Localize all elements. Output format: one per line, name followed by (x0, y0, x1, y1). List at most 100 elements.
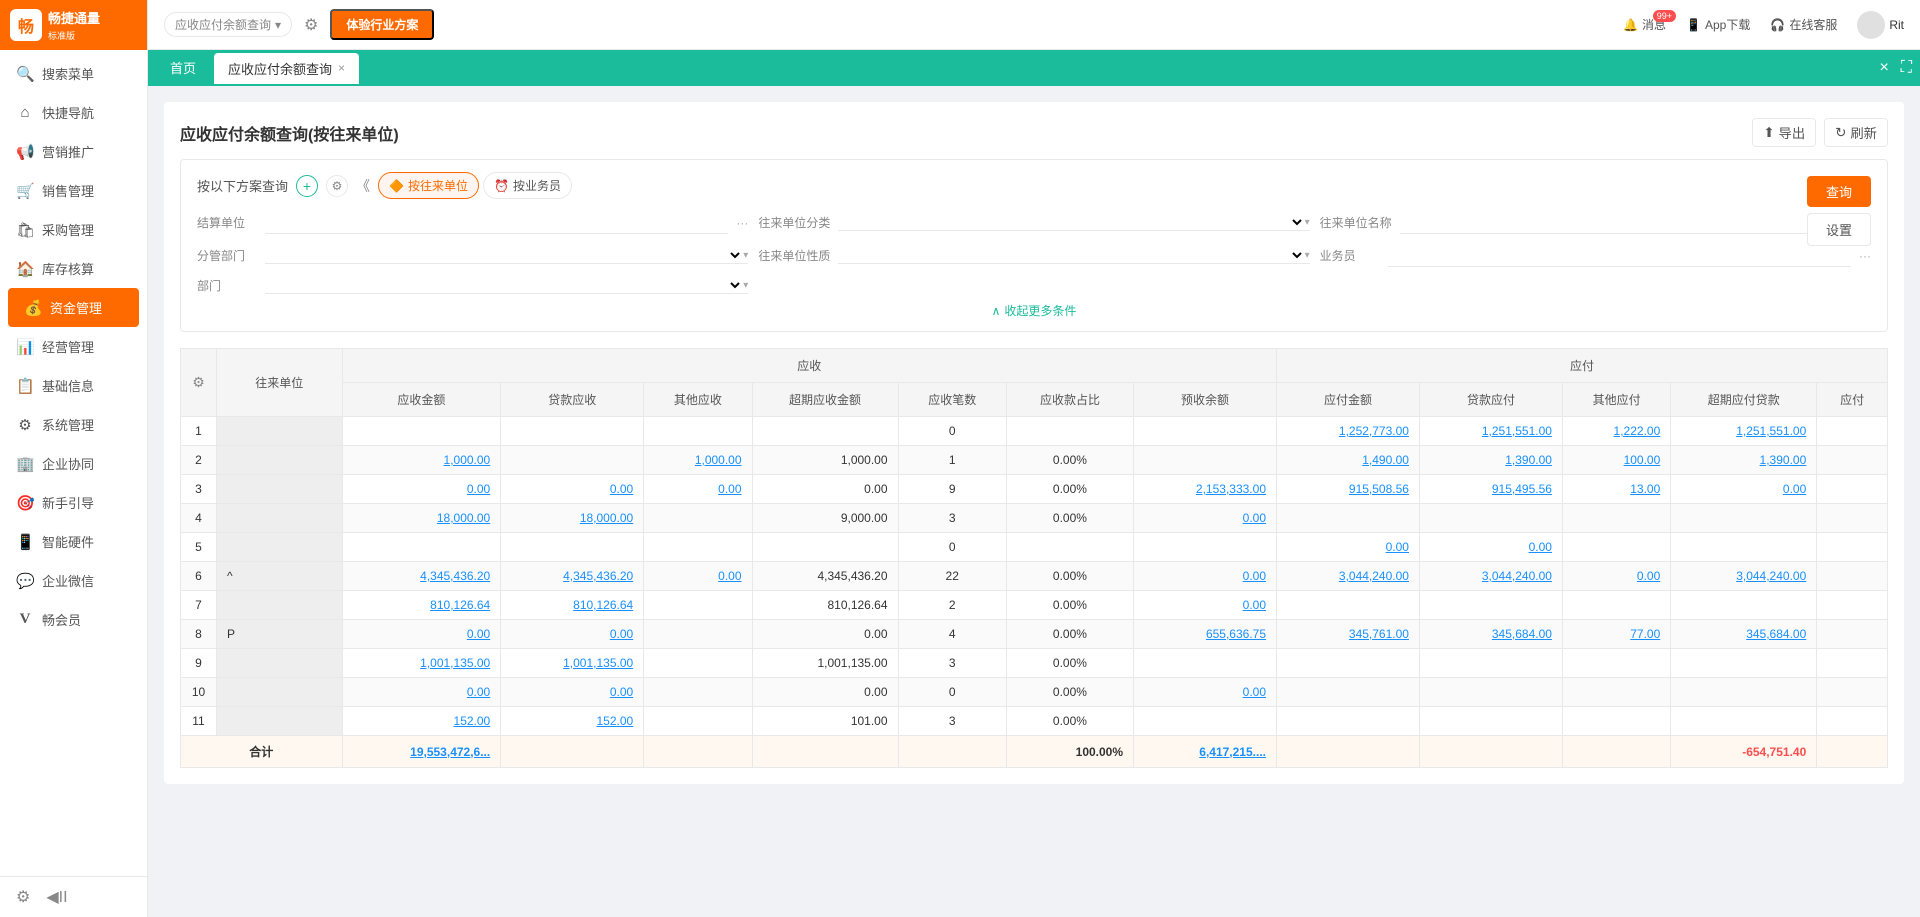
sidebar-item-search[interactable]: 🔍 搜索菜单 (0, 54, 147, 93)
sidebar-item-sales[interactable]: 🛒 销售管理 (0, 171, 147, 210)
table-settings-icon[interactable]: ⚙ (192, 374, 205, 390)
table-cell[interactable]: 1,490.00 (1277, 446, 1420, 475)
dept-select[interactable] (265, 247, 743, 263)
salesperson-dots[interactable]: ··· (1859, 249, 1871, 263)
fullscreen-icon[interactable]: ⛶ (1901, 59, 1912, 77)
table-cell[interactable]: 1,000.00 (644, 446, 752, 475)
notice-button[interactable]: 🔔 消息 99+ (1623, 16, 1666, 33)
table-cell[interactable]: 4,345,436.20 (342, 562, 501, 591)
tab-home[interactable]: 首页 (156, 52, 210, 85)
table-cell[interactable]: 1,001,135.00 (501, 649, 644, 678)
table-cell[interactable]: 0.00 (501, 620, 644, 649)
sidebar-item-member[interactable]: V 畅会员 (0, 600, 147, 639)
sidebar-item-system[interactable]: ⚙ 系统管理 (0, 405, 147, 444)
tab-close-icon[interactable]: × (338, 61, 345, 75)
sidebar-item-inventory[interactable]: 🏠 库存核算 (0, 249, 147, 288)
sidebar-item-wechat[interactable]: 💬 企业微信 (0, 561, 147, 600)
table-cell[interactable]: 655,636.75 (1134, 620, 1277, 649)
app-download-button[interactable]: 📱 App下载 (1686, 16, 1750, 33)
close-window-icon[interactable]: × (1879, 59, 1888, 77)
sidebar-item-marketing[interactable]: 📢 营销推广 (0, 132, 147, 171)
table-cell[interactable]: 345,684.00 (1671, 620, 1817, 649)
division-select[interactable] (265, 277, 743, 293)
filter-collapse-button[interactable]: 《 (356, 176, 370, 196)
settlement-dots[interactable]: ··· (736, 216, 748, 230)
table-cell[interactable]: 0.00 (1134, 562, 1277, 591)
table-cell[interactable]: 1,251,551.00 (1419, 417, 1562, 446)
table-cell[interactable]: 0.00 (1277, 533, 1420, 562)
table-cell[interactable]: 1,252,773.00 (1277, 417, 1420, 446)
salesperson-input[interactable] (1388, 244, 1851, 267)
table-cell[interactable]: 3,044,240.00 (1419, 562, 1562, 591)
table-cell[interactable]: 3,044,240.00 (1671, 562, 1817, 591)
table-cell[interactable]: 4,345,436.20 (501, 562, 644, 591)
header-settings-icon[interactable]: ⚙ (304, 15, 318, 35)
table-cell[interactable]: 0.00 (1671, 475, 1817, 504)
footer-receivable-amount[interactable]: 19,553,472,6... (342, 736, 501, 768)
partner-name-input[interactable] (1400, 211, 1871, 234)
user-menu[interactable]: Rit (1857, 11, 1904, 39)
footer-prepaid-balance[interactable]: 6,417,215.... (1134, 736, 1277, 768)
table-cell[interactable]: 0.00 (342, 678, 501, 707)
table-cell[interactable]: 0.00 (644, 562, 752, 591)
scheme-partner[interactable]: 🔶 按往来单位 (378, 172, 479, 199)
table-cell[interactable]: 1,001,135.00 (342, 649, 501, 678)
sidebar-item-finance[interactable]: 💰 资金管理 (8, 288, 139, 327)
table-cell[interactable]: 0.00 (342, 475, 501, 504)
tab-active[interactable]: 应收应付余额查询 × (214, 53, 359, 84)
table-cell[interactable]: 1,390.00 (1419, 446, 1562, 475)
table-cell[interactable]: 1,222.00 (1562, 417, 1670, 446)
table-cell[interactable]: 0.00 (501, 678, 644, 707)
table-cell[interactable]: 0.00 (1134, 591, 1277, 620)
table-cell[interactable]: 0.00 (1134, 504, 1277, 533)
filter-setting-button[interactable]: ⚙ (326, 175, 348, 197)
export-button[interactable]: ⬆ 导出 (1752, 118, 1816, 147)
table-cell[interactable]: 0.00 (1419, 533, 1562, 562)
sidebar-item-hardware[interactable]: 📱 智能硬件 (0, 522, 147, 561)
sidebar-item-operations[interactable]: 📊 经营管理 (0, 327, 147, 366)
footer-settings-icon[interactable]: ⚙ (16, 887, 30, 907)
collapse-more-button[interactable]: ∧ 收起更多条件 (197, 302, 1871, 319)
settings-button[interactable]: 设置 (1807, 213, 1871, 246)
table-cell[interactable]: 345,684.00 (1419, 620, 1562, 649)
refresh-button[interactable]: ↻ 刷新 (1824, 118, 1888, 147)
query-button[interactable]: 查询 (1807, 176, 1871, 207)
table-cell[interactable]: 100.00 (1562, 446, 1670, 475)
footer-collapse-icon[interactable]: ◀II (46, 887, 67, 907)
promo-button[interactable]: 体验行业方案 (330, 9, 434, 40)
table-cell[interactable]: 152.00 (501, 707, 644, 736)
table-cell[interactable]: 13.00 (1562, 475, 1670, 504)
sidebar-item-enterprise[interactable]: 🏢 企业协同 (0, 444, 147, 483)
th-other-payable: 其他应付 (1562, 383, 1670, 417)
table-cell[interactable]: 345,761.00 (1277, 620, 1420, 649)
customer-service-button[interactable]: 🎧 在线客服 (1770, 16, 1837, 33)
table-cell[interactable]: 0.00 (1562, 562, 1670, 591)
category-select[interactable] (838, 214, 1304, 230)
table-cell[interactable]: 810,126.64 (342, 591, 501, 620)
table-cell[interactable]: 0.00 (501, 475, 644, 504)
partner-cell (217, 533, 343, 562)
table-cell[interactable]: 152.00 (342, 707, 501, 736)
table-cell[interactable]: 810,126.64 (501, 591, 644, 620)
filter-add-button[interactable]: + (296, 175, 318, 197)
table-cell[interactable]: 18,000.00 (342, 504, 501, 533)
table-cell[interactable]: 77.00 (1562, 620, 1670, 649)
table-cell[interactable]: 915,508.56 (1277, 475, 1420, 504)
table-cell[interactable]: 915,495.56 (1419, 475, 1562, 504)
scheme-salesperson[interactable]: ⏰ 按业务员 (483, 172, 572, 199)
table-cell[interactable]: 0.00 (342, 620, 501, 649)
sidebar-item-shortcut[interactable]: ⌂ 快捷导航 (0, 93, 147, 132)
table-cell[interactable]: 1,000.00 (342, 446, 501, 475)
nature-select[interactable] (838, 247, 1304, 263)
sidebar-item-guide[interactable]: 🎯 新手引导 (0, 483, 147, 522)
table-cell[interactable]: 0.00 (1134, 678, 1277, 707)
table-cell[interactable]: 1,390.00 (1671, 446, 1817, 475)
settlement-input[interactable] (265, 211, 728, 234)
table-cell[interactable]: 1,251,551.00 (1671, 417, 1817, 446)
sidebar-item-purchase[interactable]: 🛍 采购管理 (0, 210, 147, 249)
table-cell[interactable]: 3,044,240.00 (1277, 562, 1420, 591)
table-cell[interactable]: 18,000.00 (501, 504, 644, 533)
table-cell[interactable]: 2,153,333.00 (1134, 475, 1277, 504)
sidebar-item-basic[interactable]: 📋 基础信息 (0, 366, 147, 405)
table-cell[interactable]: 0.00 (644, 475, 752, 504)
